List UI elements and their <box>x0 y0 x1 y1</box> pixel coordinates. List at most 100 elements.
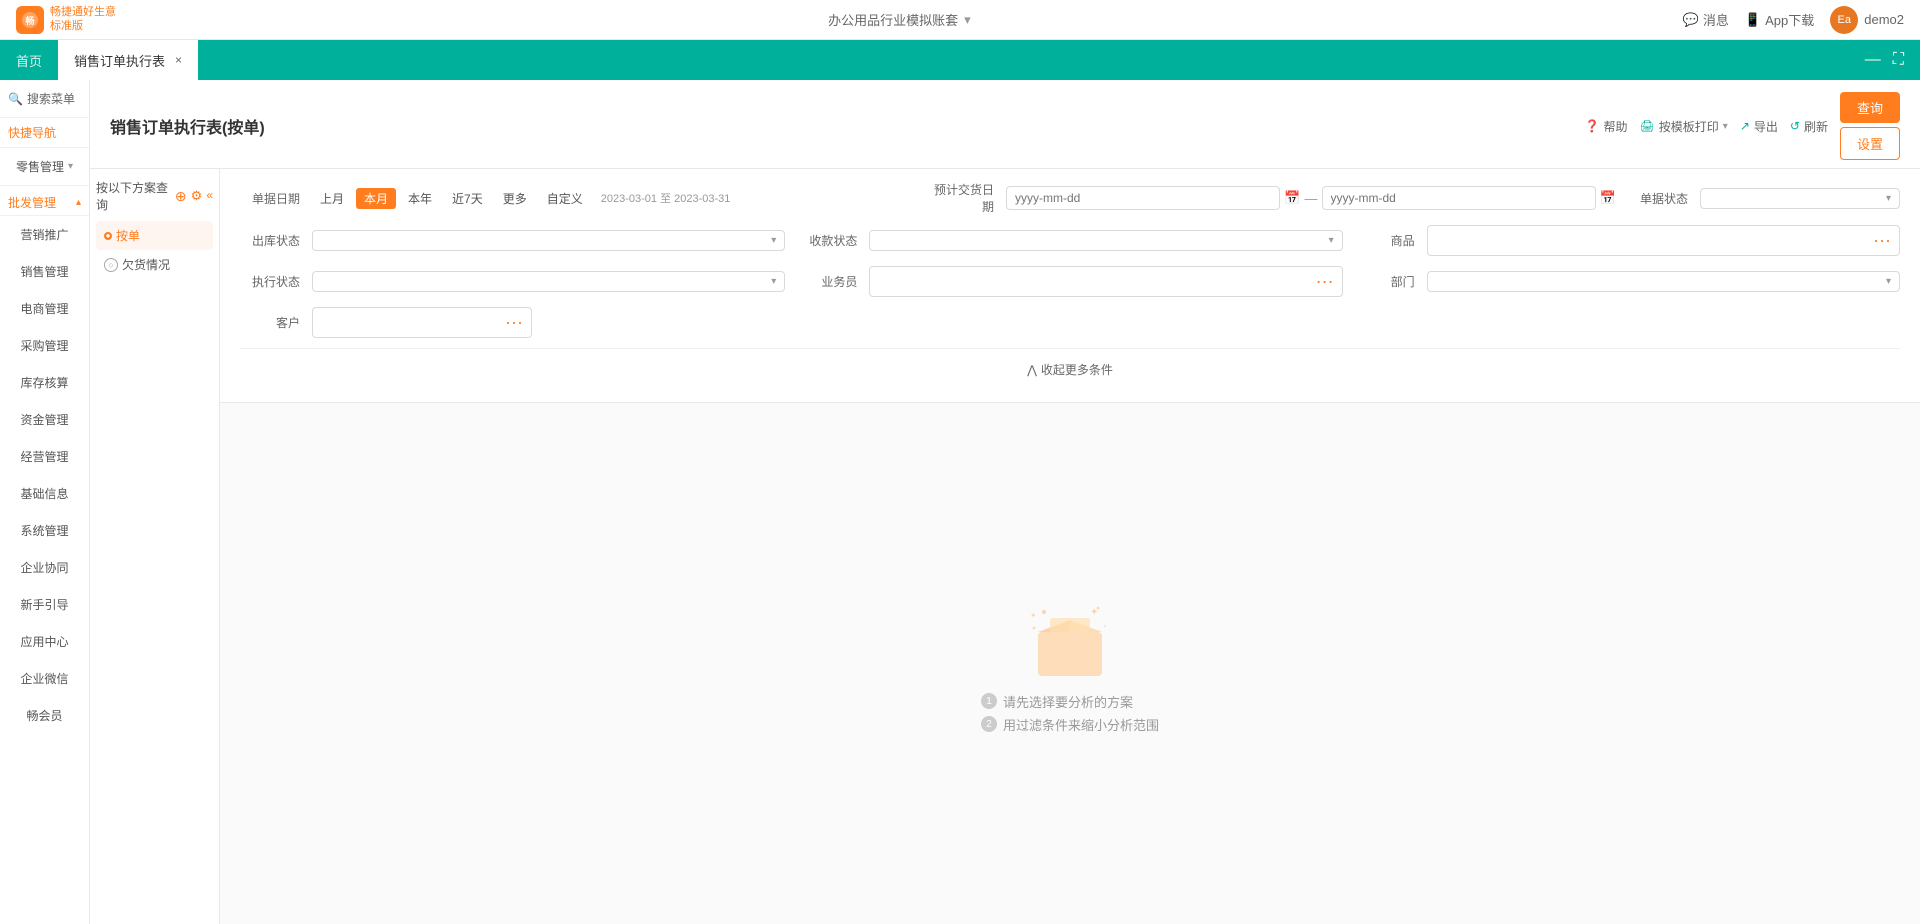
window-minimize-icon[interactable]: — <box>1865 51 1881 69</box>
sidebar-item-inventory[interactable]: 库存核算 <box>0 364 89 401</box>
date-tabs-group: 上月 本月 本年 近7天 更多 自定义 2023-03-01 至 2023-03… <box>312 188 922 209</box>
dept-select[interactable]: ▾ <box>1427 271 1900 292</box>
sidebar-group-retail: 零售管理 ▾ <box>0 148 89 186</box>
sidebar-quick-nav[interactable]: 快捷导航 <box>0 118 89 148</box>
filter-divider: ⋀ 收起更多条件 <box>240 348 1900 390</box>
salesman-more-icon[interactable]: ··· <box>1316 271 1334 292</box>
collapse-panel-icon[interactable]: « <box>206 188 213 205</box>
goods-label: 商品 <box>1355 232 1415 249</box>
add-scheme-icon[interactable]: ⊕ <box>175 188 187 205</box>
sidebar-item-members[interactable]: 畅会员 <box>0 697 89 734</box>
out-status-select[interactable]: ▾ <box>312 230 785 251</box>
expected-date-from[interactable] <box>1006 186 1280 210</box>
sidebar-item-ecommerce[interactable]: 电商管理 <box>0 290 89 327</box>
collect-status-select[interactable]: ▾ <box>869 230 1342 251</box>
logo-area: 畅 畅捷通好生意 标准版 <box>16 6 116 34</box>
collect-status-arrow: ▾ <box>1329 235 1334 246</box>
sidebar-item-wechat[interactable]: 企业微信 <box>0 660 89 697</box>
page-header: 销售订单执行表(按单) ❓ 帮助 🖨 按模板打印 ▾ ↗ 导出 ↺ 刷新 <box>90 80 1920 169</box>
sidebar-item-finance[interactable]: 资金管理 <box>0 401 89 438</box>
download-icon: 📱 <box>1745 12 1761 28</box>
exec-status-label: 执行状态 <box>240 273 300 290</box>
export-button[interactable]: ↗ 导出 <box>1740 118 1778 135</box>
sidebar-item-operations[interactable]: 经营管理 <box>0 438 89 475</box>
page-title: 销售订单执行表(按单) <box>110 114 265 138</box>
message-button[interactable]: 💬 消息 <box>1683 10 1729 29</box>
goods-more-icon[interactable]: ··· <box>1873 230 1891 251</box>
app-download-button[interactable]: 📱 App下载 <box>1745 10 1814 29</box>
status-select-arrow: ▾ <box>1886 193 1891 204</box>
date-tab-custom[interactable]: 自定义 <box>539 188 591 209</box>
svg-text:✦: ✦ <box>1090 607 1098 618</box>
exec-status-select[interactable]: ▾ <box>312 271 785 292</box>
chevron-up-icon: ▴ <box>76 197 81 208</box>
empty-tip-2: 2 用过滤条件来缩小分析范围 <box>981 715 1159 734</box>
collapse-icon: ⋀ <box>1027 363 1037 377</box>
expected-date-to[interactable] <box>1322 186 1596 210</box>
topbar-left: 畅 畅捷通好生意 标准版 <box>16 6 116 34</box>
print-chevron-icon: ▾ <box>1723 121 1728 132</box>
tab-close-icon[interactable]: × <box>175 53 182 67</box>
help-button[interactable]: ❓ 帮助 <box>1585 118 1628 135</box>
right-panel: 单据日期 上月 本月 本年 近7天 更多 自定义 2023-03-01 至 20… <box>220 169 1920 924</box>
topbar-right: 💬 消息 📱 App下载 Ea demo2 <box>1683 6 1904 34</box>
page-actions: ❓ 帮助 🖨 按模板打印 ▾ ↗ 导出 ↺ 刷新 查询 <box>1585 92 1900 160</box>
logo-text: 畅捷通好生意 标准版 <box>50 6 116 32</box>
query-button[interactable]: 查询 <box>1840 92 1900 123</box>
date-range-text: 2023-03-01 至 2023-03-31 <box>601 190 731 206</box>
status-label: 单据状态 <box>1628 190 1688 207</box>
date-tab-this-year[interactable]: 本年 <box>400 188 440 209</box>
date-tab-this-month[interactable]: 本月 <box>356 188 396 209</box>
topbar-title-icon[interactable]: ▾ <box>964 12 971 28</box>
sidebar-item-sales[interactable]: 销售管理 <box>0 253 89 290</box>
sidebar-item-retail[interactable]: 零售管理 ▾ <box>0 148 89 185</box>
active-scheme-dot: ● <box>104 232 112 240</box>
left-panel-header: 按以下方案查询 ⊕ ⚙ « <box>96 179 213 213</box>
print-icon: 🖨 <box>1640 119 1655 133</box>
salesman-select[interactable]: ··· <box>869 266 1342 297</box>
sidebar-item-purchase[interactable]: 采购管理 <box>0 327 89 364</box>
dept-arrow: ▾ <box>1886 276 1891 287</box>
sidebar-item-enterprise[interactable]: 企业协同 <box>0 549 89 586</box>
date-tab-more[interactable]: 更多 <box>495 188 535 209</box>
customer-label: 客户 <box>240 314 300 331</box>
settings-scheme-icon[interactable]: ⚙ <box>191 188 203 205</box>
customer-more-icon[interactable]: ··· <box>505 312 523 333</box>
sidebar-item-system[interactable]: 系统管理 <box>0 512 89 549</box>
empty-tip-1: 1 请先选择要分析的方案 <box>981 692 1159 711</box>
status-select[interactable]: ▾ <box>1700 188 1900 209</box>
collapse-button[interactable]: ⋀ 收起更多条件 <box>1021 355 1119 384</box>
tip-num-1: 1 <box>981 693 997 709</box>
scheme-item-order[interactable]: ● 按单 <box>96 221 213 250</box>
print-button[interactable]: 🖨 按模板打印 ▾ <box>1640 118 1728 135</box>
left-panel: 按以下方案查询 ⊕ ⚙ « ● 按单 ○ 欠货情况 <box>90 169 220 924</box>
date-separator: 📅 <box>1284 190 1300 206</box>
customer-select[interactable]: ··· <box>312 307 532 338</box>
scheme-item-shortage[interactable]: ○ 欠货情况 <box>96 250 213 279</box>
topbar-title: 办公用品行业模拟账套 <box>828 10 958 29</box>
sidebar-item-newbie[interactable]: 新手引导 <box>0 586 89 623</box>
settings-button[interactable]: 设置 <box>1840 127 1900 160</box>
user-avatar[interactable]: Ea demo2 <box>1830 6 1904 34</box>
window-maximize-icon[interactable]: ⛶ <box>1893 51 1904 69</box>
help-icon: ❓ <box>1585 119 1600 133</box>
sidebar-item-apps[interactable]: 应用中心 <box>0 623 89 660</box>
date-tab-last-month[interactable]: 上月 <box>312 188 352 209</box>
filter-row-2: 出库状态 ▾ 收款状态 ▾ 商品 ··· <box>240 225 1900 256</box>
date-tabs: 上月 本月 本年 近7天 更多 自定义 <box>312 188 591 209</box>
sidebar-search[interactable]: 🔍 搜索菜单 <box>0 80 89 118</box>
date-tab-7days[interactable]: 近7天 <box>444 188 491 209</box>
refresh-button[interactable]: ↺ 刷新 <box>1790 118 1828 135</box>
logo-icon: 畅 <box>16 6 44 34</box>
tab-sales-order[interactable]: 销售订单执行表 × <box>58 40 198 80</box>
tabbar-window-actions: — ⛶ <box>1865 51 1904 69</box>
filter-row-4: 客户 ··· <box>240 307 1900 338</box>
tab-home[interactable]: 首页 <box>0 40 58 80</box>
sidebar-item-marketing[interactable]: 营销推广 <box>0 216 89 253</box>
filter-area: 单据日期 上月 本月 本年 近7天 更多 自定义 2023-03-01 至 20… <box>220 169 1920 403</box>
sidebar-item-basic-info[interactable]: 基础信息 <box>0 475 89 512</box>
sidebar-group-wholesale-title[interactable]: 批发管理 ▴ <box>0 186 89 215</box>
refresh-icon: ↺ <box>1790 119 1800 133</box>
goods-select[interactable]: ··· <box>1427 225 1900 256</box>
filter-row-3: 执行状态 ▾ 业务员 ··· 部门 ▾ <box>240 266 1900 297</box>
